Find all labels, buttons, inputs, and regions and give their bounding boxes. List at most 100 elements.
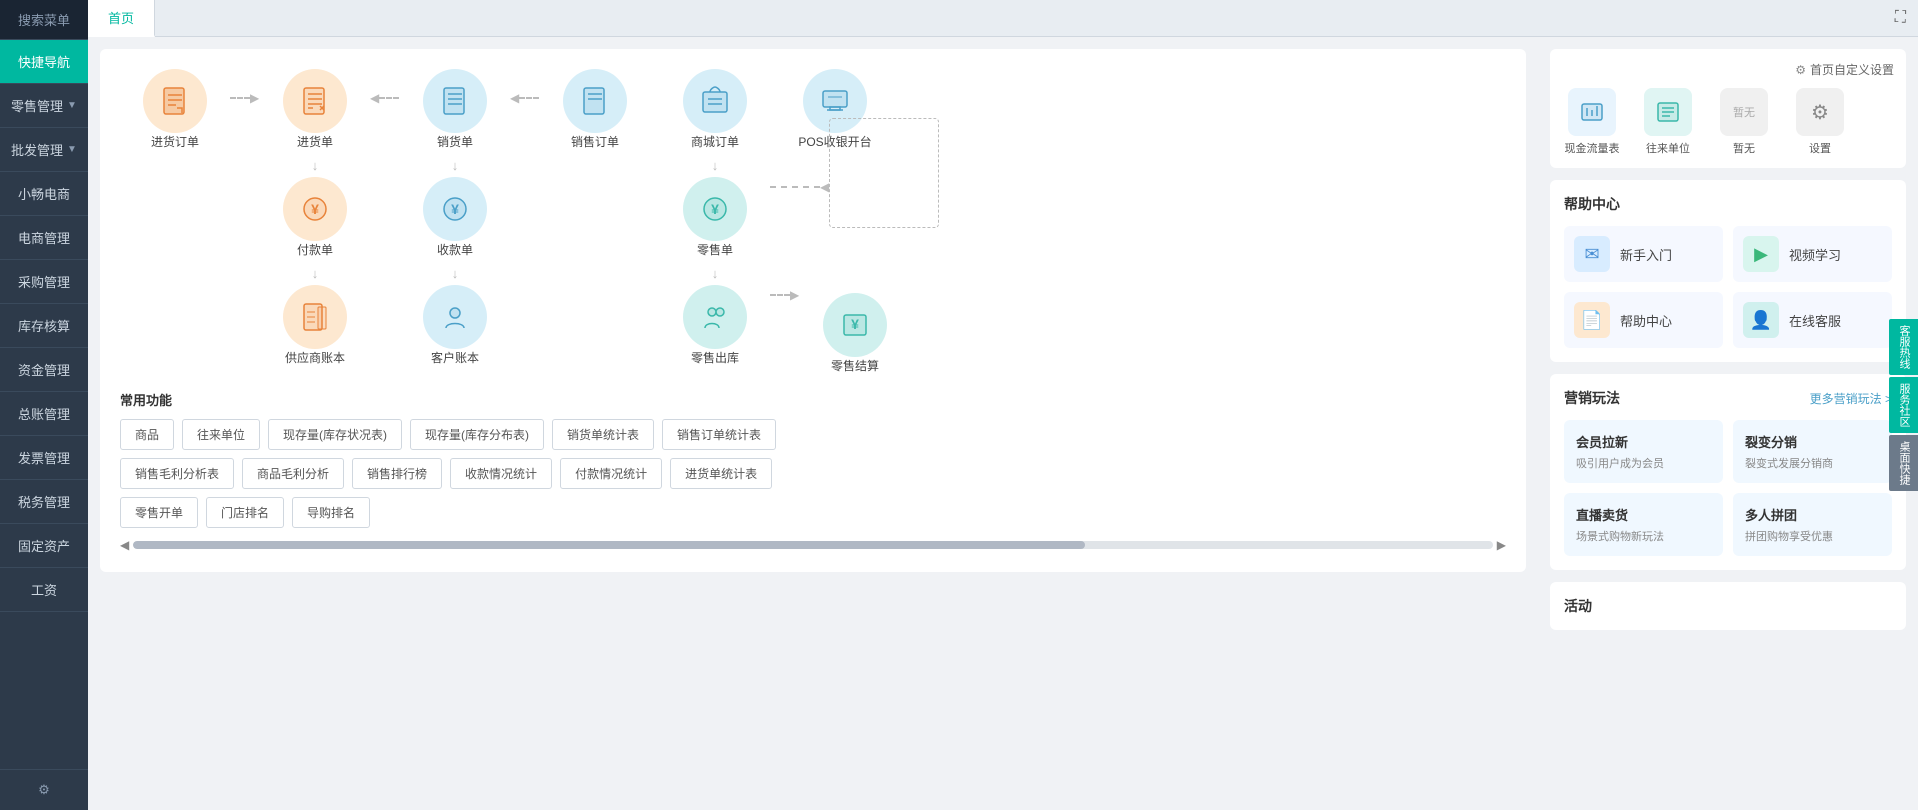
flow-node-sales[interactable]: 销货单: [400, 69, 510, 150]
main-area: 首页 ⛶: [88, 0, 1918, 810]
qa-item-none[interactable]: 暂无 暂无: [1714, 88, 1774, 156]
sidebar-item-ledger[interactable]: 总账管理: [0, 392, 88, 436]
customize-header[interactable]: ⚙ 首页自定义设置: [1562, 61, 1894, 78]
marketing-grid: 会员拉新 吸引用户成为会员 裂变分销 裂变式发展分销商 直播卖货 场景式购物新玩…: [1564, 420, 1892, 556]
sidebar-item-inventory[interactable]: 库存核算: [0, 304, 88, 348]
func-btn-goods[interactable]: 商品: [120, 419, 174, 450]
help-grid: ✉ 新手入门 ▶ 视频学习 📄 帮助中心 👤 在线客服: [1564, 226, 1892, 348]
help-item-beginner[interactable]: ✉ 新手入门: [1564, 226, 1723, 282]
flow-node-purchase-order[interactable]: 进货订单: [120, 69, 230, 150]
func-btn-partner[interactable]: 往来单位: [182, 419, 260, 450]
scroll-thumb: [133, 541, 1085, 549]
chevron-down-icon: ▼: [67, 100, 77, 111]
quick-access-card: ⚙ 首页自定义设置 现金流量表: [1550, 49, 1906, 168]
sidebar-item-invoice[interactable]: 发票管理: [0, 436, 88, 480]
svg-text:¥: ¥: [711, 201, 719, 217]
func-btn-payment-stat[interactable]: 付款情况统计: [560, 458, 662, 489]
func-btn-receipt-stat[interactable]: 收款情况统计: [450, 458, 552, 489]
video-icon: ▶: [1743, 236, 1779, 272]
tab-bar: 首页 ⛶: [88, 0, 1918, 37]
func-btn-guide-rank[interactable]: 导购排名: [292, 497, 370, 528]
marketing-member[interactable]: 会员拉新 吸引用户成为会员: [1564, 420, 1723, 483]
scroll-bar: ◀ ▶: [120, 538, 1506, 552]
help-item-service[interactable]: 👤 在线客服: [1733, 292, 1892, 348]
func-btn-stock1[interactable]: 现存量(库存状况表): [268, 419, 402, 450]
func-btn-profit1[interactable]: 销售毛利分析表: [120, 458, 234, 489]
tab-bar-right: ⛶: [1895, 9, 1918, 27]
func-row-3: 零售开单 门店排名 导购排名: [120, 497, 1506, 528]
sidebar-search[interactable]: 搜索菜单: [0, 0, 88, 40]
common-functions: 常用功能 商品 往来单位 现存量(库存状况表) 现存量(库存分布表) 销货单统计…: [120, 390, 1506, 528]
help-item-video[interactable]: ▶ 视频学习: [1733, 226, 1892, 282]
func-btn-sales-stat[interactable]: 销货单统计表: [552, 419, 654, 450]
sidebar-item-retail[interactable]: 零售管理 ▼: [0, 84, 88, 128]
content-area: 进货订单 ▶: [88, 37, 1918, 810]
svg-text:¥: ¥: [311, 201, 319, 217]
left-panel: 进货订单 ▶: [88, 37, 1538, 810]
flow-node-purchase[interactable]: 进货单: [260, 69, 370, 150]
quick-nav-card: 进货订单 ▶: [100, 49, 1526, 572]
marketing-fission[interactable]: 裂变分销 裂变式发展分销商: [1733, 420, 1892, 483]
svg-text:¥: ¥: [451, 201, 459, 217]
scroll-right-btn[interactable]: ▶: [1497, 538, 1506, 552]
none-icon: 暂无: [1720, 88, 1768, 136]
flow-node-retail-out[interactable]: ↓ 零售出库: [660, 266, 770, 366]
qa-item-partner[interactable]: 往来单位: [1638, 88, 1698, 156]
func-row-1: 商品 往来单位 现存量(库存状况表) 现存量(库存分布表) 销货单统计表 销售订…: [120, 419, 1506, 450]
flow-node-sales-order[interactable]: 销售订单: [540, 69, 650, 150]
func-btn-profit2[interactable]: 商品毛利分析: [242, 458, 344, 489]
svg-text:¥: ¥: [851, 316, 859, 332]
scroll-left-btn[interactable]: ◀: [120, 538, 129, 552]
qa-item-settings[interactable]: ⚙ 设置: [1790, 88, 1850, 156]
help-icon-doc: 📄: [1574, 302, 1610, 338]
flow-node-supplier-account[interactable]: ↓ 供应商账本: [260, 266, 370, 366]
marketing-card: 营销玩法 更多营销玩法 > 会员拉新 吸引用户成为会员 裂变分销 裂变式发展分销…: [1550, 374, 1906, 570]
float-buttons: 客服热线 服务社区 桌面快捷: [1889, 319, 1918, 491]
func-btn-store-rank[interactable]: 门店排名: [206, 497, 284, 528]
sidebar-settings-icon[interactable]: ⚙: [0, 769, 88, 810]
marketing-live[interactable]: 直播卖货 场景式购物新玩法: [1564, 493, 1723, 556]
flow-node-retail-settle[interactable]: ¥ 零售结算: [800, 266, 910, 374]
flow-node-receipt[interactable]: ↓ ¥ 收款单: [400, 158, 510, 258]
func-btn-stock2[interactable]: 现存量(库存分布表): [410, 419, 544, 450]
activity-card: 活动: [1550, 582, 1906, 630]
sidebar-item-assets[interactable]: 固定资产: [0, 524, 88, 568]
common-func-title: 常用功能: [120, 390, 1506, 409]
flow-node-customer-account[interactable]: ↓ 客户账本: [400, 266, 510, 366]
flow-diagram: 进货订单 ▶: [120, 69, 1506, 374]
func-btn-sales-order-stat[interactable]: 销售订单统计表: [662, 419, 776, 450]
service-icon: 👤: [1743, 302, 1779, 338]
sidebar: 搜索菜单 快捷导航 零售管理 ▼ 批发管理 ▼ 小畅电商 电商管理 采购管理 库…: [0, 0, 88, 810]
float-btn-service[interactable]: 客服热线: [1889, 319, 1918, 375]
sidebar-item-quicknav[interactable]: 快捷导航: [0, 40, 88, 84]
func-row-2: 销售毛利分析表 商品毛利分析 销售排行榜 收款情况统计 付款情况统计 进货单统计…: [120, 458, 1506, 489]
quick-access-icons: 现金流量表 往来单位: [1562, 88, 1894, 156]
sidebar-item-wholesale[interactable]: 批发管理 ▼: [0, 128, 88, 172]
help-item-help[interactable]: 📄 帮助中心: [1564, 292, 1723, 348]
sidebar-item-purchase[interactable]: 采购管理: [0, 260, 88, 304]
marketing-group[interactable]: 多人拼团 拼团购物享受优惠: [1733, 493, 1892, 556]
sidebar-item-tax[interactable]: 税务管理: [0, 480, 88, 524]
sidebar-item-ecommerce[interactable]: 电商管理: [0, 216, 88, 260]
float-btn-desktop[interactable]: 桌面快捷: [1889, 435, 1918, 491]
settings-icon: ⚙: [1796, 88, 1844, 136]
sidebar-item-ecommerce-small[interactable]: 小畅电商: [0, 172, 88, 216]
flow-node-retail[interactable]: ↓ ¥ 零售单: [660, 158, 770, 258]
cashflow-icon: [1568, 88, 1616, 136]
more-marketing-link[interactable]: 更多营销玩法 >: [1810, 390, 1892, 407]
qa-item-cashflow[interactable]: 现金流量表: [1562, 88, 1622, 156]
flow-node-shop-order[interactable]: 商城订单: [660, 69, 770, 150]
marketing-header: 营销玩法 更多营销玩法 >: [1564, 388, 1892, 408]
scroll-track[interactable]: [133, 541, 1493, 549]
sidebar-item-finance[interactable]: 资金管理: [0, 348, 88, 392]
float-btn-community[interactable]: 服务社区: [1889, 377, 1918, 433]
partner-icon: [1644, 88, 1692, 136]
func-btn-ranking[interactable]: 销售排行榜: [352, 458, 442, 489]
sidebar-item-salary[interactable]: 工资: [0, 568, 88, 612]
fullscreen-icon[interactable]: ⛶: [1895, 9, 1906, 27]
tab-home[interactable]: 首页: [88, 0, 155, 37]
func-btn-purchase-stat[interactable]: 进货单统计表: [670, 458, 772, 489]
beginner-icon: ✉: [1574, 236, 1610, 272]
flow-node-payment[interactable]: ↓ ¥ 付款单: [260, 158, 370, 258]
func-btn-retail-order[interactable]: 零售开单: [120, 497, 198, 528]
